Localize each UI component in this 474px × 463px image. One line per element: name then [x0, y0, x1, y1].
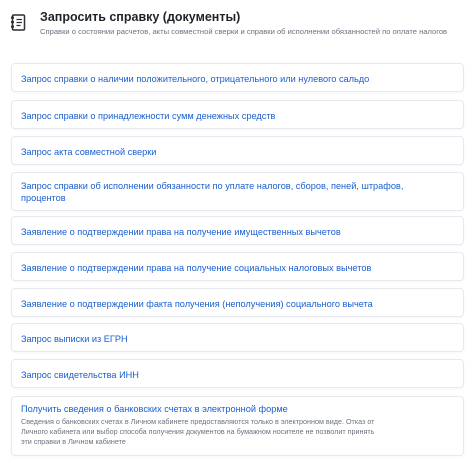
request-link-social-deduction[interactable]: Заявление о подтверждении права на получ… [21, 262, 421, 274]
request-link-saldo[interactable]: Запрос справки о наличии положительного,… [21, 73, 421, 85]
document-list-icon [11, 14, 26, 31]
request-link-funds-ownership[interactable]: Запрос справки о принадлежности сумм ден… [21, 110, 421, 122]
page-subtitle: Справки о состоянии расчетов, акты совме… [40, 27, 448, 36]
page-title: Запросить справку (документы) [40, 10, 241, 24]
request-card-obligation-fulfillment[interactable]: Запрос справки об исполнении обязанности… [11, 172, 464, 211]
request-link-obligation-fulfillment[interactable]: Запрос справки об исполнении обязанности… [21, 180, 421, 204]
request-link-egrn-extract[interactable]: Запрос выписки из ЕГРН [21, 333, 421, 345]
request-card-social-deduction-fact[interactable]: Заявление о подтверждении факта получени… [11, 288, 464, 317]
request-link-reconciliation-act[interactable]: Запрос акта совместной сверки [21, 146, 421, 158]
request-card-funds-ownership[interactable]: Запрос справки о принадлежности сумм ден… [11, 100, 464, 129]
section-header: Запросить справку (документы) Справки о … [0, 0, 474, 50]
request-link-inn-certificate[interactable]: Запрос свидетельства ИНН [21, 369, 421, 381]
request-description-bank-accounts: Сведения о банковских счетах в Личном ка… [21, 417, 375, 446]
request-card-reconciliation-act[interactable]: Запрос акта совместной сверки [11, 136, 464, 165]
request-card-saldo[interactable]: Запрос справки о наличии положительного,… [11, 63, 464, 92]
request-card-social-deduction[interactable]: Заявление о подтверждении права на получ… [11, 252, 464, 281]
request-card-inn-certificate[interactable]: Запрос свидетельства ИНН [11, 359, 464, 388]
request-card-egrn-extract[interactable]: Запрос выписки из ЕГРН [11, 323, 464, 352]
request-card-property-deduction[interactable]: Заявление о подтверждении права на получ… [11, 216, 464, 245]
request-card-bank-accounts[interactable]: Получить сведения о банковских счетах в … [11, 396, 464, 456]
request-link-social-deduction-fact[interactable]: Заявление о подтверждении факта получени… [21, 298, 421, 310]
request-link-property-deduction[interactable]: Заявление о подтверждении права на получ… [21, 226, 421, 238]
request-link-bank-accounts[interactable]: Получить сведения о банковских счетах в … [21, 403, 421, 415]
page: Запросить справку (документы) Справки о … [0, 0, 474, 463]
